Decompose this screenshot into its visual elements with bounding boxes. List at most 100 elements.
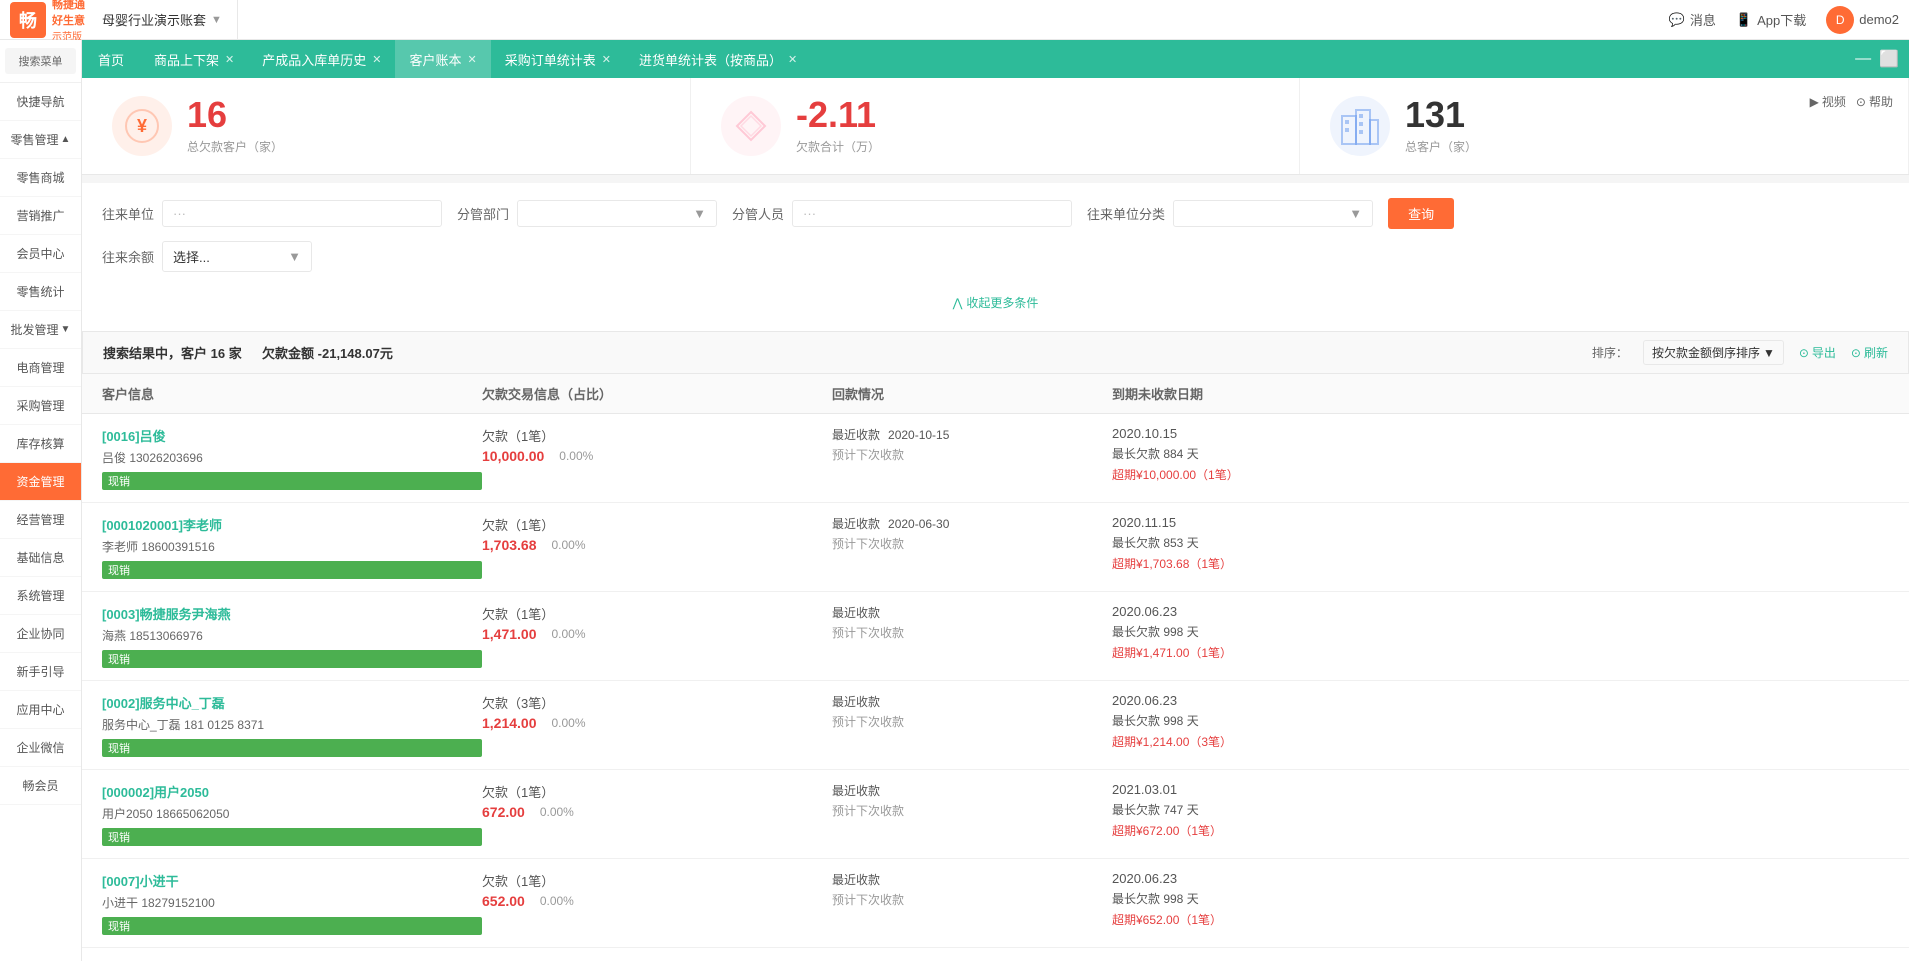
source-unit-input[interactable]: ··· (162, 200, 442, 227)
customer-info-4: [0002]服务中心_丁磊 服务中心_丁磊 181 0125 8371 现销 (102, 693, 482, 757)
table-header: 客户信息 欠款交易信息（占比） 回款情况 到期未收款日期 (82, 374, 1909, 414)
sidebar-item-enterprise[interactable]: 企业协同 (0, 615, 81, 653)
stats-bar: ¥ 16 总欠款客户（家） (82, 78, 1909, 175)
sidebar-item-purchase[interactable]: 采购管理 (0, 387, 81, 425)
main-layout: 搜索菜单 快捷导航 零售管理 ▲ 零售商城 营销推广 会员中心 零售统计 批发管… (0, 40, 1909, 961)
sidebar-item-operation[interactable]: 经营管理 (0, 501, 81, 539)
sidebar-item-retail-shop[interactable]: 零售商城 (0, 159, 81, 197)
sidebar-item-vip[interactable]: 畅会员 (0, 767, 81, 805)
right-panel: 首页 商品上下架 ✕ 产成品入库单历史 ✕ 客户账本 ✕ 采购订单统计表 ✕ (82, 40, 1909, 961)
app-download-button[interactable]: 📱 App下载 (1736, 10, 1806, 29)
tab-customer-account[interactable]: 客户账本 ✕ (395, 40, 490, 78)
overdue-link-4[interactable]: 超期¥1,214.00（3笔） (1112, 733, 1889, 750)
tab-products-off[interactable]: 商品上下架 ✕ (140, 40, 248, 78)
chevron-icon: ▲ (61, 134, 71, 145)
export-button[interactable]: ⊙ 导出 (1799, 344, 1836, 361)
balance-select[interactable]: 选择... ▼ (162, 241, 312, 272)
overdue-info-2: 2020.11.15 最长欠款 853 天 超期¥1,703.68（1笔） (1112, 515, 1889, 572)
help-button[interactable]: ⊙ 帮助 (1856, 93, 1893, 110)
customer-name-4[interactable]: [0002]服务中心_丁磊 (102, 693, 482, 712)
sidebar-item-retail-mgmt[interactable]: 零售管理 ▲ (0, 121, 81, 159)
tab-product-history[interactable]: 产成品入库单历史 ✕ (248, 40, 395, 78)
sidebar-item-capital[interactable]: 资金管理 (0, 463, 81, 501)
customer-tag-3: 现销 (102, 650, 482, 668)
balance-arrow-icon: ▼ (288, 249, 301, 264)
user-menu[interactable]: D demo2 (1826, 6, 1899, 34)
tab-purchase-order[interactable]: 采购订单统计表 ✕ (491, 40, 625, 78)
tab-close-icon[interactable]: ✕ (788, 53, 797, 66)
help-icon: ⊙ (1856, 95, 1866, 109)
search-button[interactable]: 查询 (1388, 198, 1454, 229)
sidebar-item-nav[interactable]: 快捷导航 (0, 83, 81, 121)
tab-inbound-stats[interactable]: 进货单统计表（按商品） ✕ (625, 40, 811, 78)
debt-info-3: 欠款（1笔） 1,471.00 0.00% (482, 604, 832, 642)
result-actions: 排序： 按欠款金额倒序排序 ▼ ⊙ 导出 ⊙ 刷新 (1592, 340, 1888, 365)
table-row: [0001020001]李老师 李老师 18600391516 现销 欠款（1笔… (82, 503, 1909, 592)
dept-select[interactable]: ▼ (517, 200, 717, 227)
customer-name-6[interactable]: [0007]小进干 (102, 871, 482, 890)
tab-home[interactable]: 首页 (82, 50, 140, 69)
overdue-info-6: 2020.06.23 最长欠款 998 天 超期¥652.00（1笔） (1112, 871, 1889, 928)
sidebar-item-ecommerce[interactable]: 电商管理 (0, 349, 81, 387)
sort-select[interactable]: 按欠款金额倒序排序 ▼ (1643, 340, 1784, 365)
result-summary: 搜索结果中，客户 16 家 欠款金额 -21,148.07元 (103, 343, 393, 362)
col-debt-info: 欠款交易信息（占比） (482, 384, 832, 403)
customer-phone-1: 吕俊 13026203696 (102, 449, 482, 466)
chevron-down-icon: ▼ (61, 324, 71, 335)
table-row: [0016]吕俊 吕俊 13026203696 现销 欠款（1笔） 10,000… (82, 414, 1909, 503)
debt-info-2: 欠款（1笔） 1,703.68 0.00% (482, 515, 832, 553)
overdue-link-6[interactable]: 超期¥652.00（1笔） (1112, 911, 1889, 928)
play-icon: ▶ (1810, 95, 1819, 109)
store-selector[interactable]: 母婴行业演示账套 ▼ (92, 0, 238, 39)
sidebar-item-retail-stats[interactable]: 零售统计 (0, 273, 81, 311)
overdue-link-3[interactable]: 超期¥1,471.00（1笔） (1112, 644, 1889, 661)
message-button[interactable]: 💬 消息 (1669, 10, 1716, 29)
manager-input[interactable]: ··· (792, 200, 1072, 227)
customer-name-5[interactable]: [000002]用户2050 (102, 782, 482, 801)
tab-minimize-icon[interactable]: — (1855, 50, 1871, 68)
sidebar-item-wechat[interactable]: 企业微信 (0, 729, 81, 767)
collapse-button[interactable]: ⋀ 收起更多条件 (953, 289, 1039, 316)
message-icon: 💬 (1669, 12, 1685, 28)
recovery-info-6: 最近收款 预计下次收款 (832, 871, 1112, 908)
tab-maximize-icon[interactable]: ⬜ (1879, 49, 1899, 69)
refresh-button[interactable]: ⊙ 刷新 (1851, 344, 1888, 361)
overdue-link-1[interactable]: 超期¥10,000.00（1笔） (1112, 466, 1889, 483)
overdue-info-4: 2020.06.23 最长欠款 998 天 超期¥1,214.00（3笔） (1112, 693, 1889, 750)
tab-close-icon[interactable]: ✕ (602, 53, 611, 66)
sidebar-item-member[interactable]: 会员中心 (0, 235, 81, 273)
overdue-info-5: 2021.03.01 最长欠款 747 天 超期¥672.00（1笔） (1112, 782, 1889, 839)
customer-tag-2: 现销 (102, 561, 482, 579)
sidebar-item-newbie[interactable]: 新手引导 (0, 653, 81, 691)
stat-total-customers: 131 总客户（家） ▶ 视频 ⊙ 帮助 (1300, 78, 1909, 174)
tab-close-icon[interactable]: ✕ (372, 53, 381, 66)
filter-balance: 往来余额 选择... ▼ (102, 241, 312, 272)
customer-name-3[interactable]: [0003]畅捷服务尹海燕 (102, 604, 482, 623)
content-area: ¥ 16 总欠款客户（家） (82, 78, 1909, 961)
tab-close-icon[interactable]: ✕ (225, 53, 234, 66)
svg-text:¥: ¥ (137, 116, 147, 136)
logo-text: 畅捷通好生意 示范版 (52, 0, 92, 43)
customer-name-1[interactable]: [0016]吕俊 (102, 426, 482, 445)
view-video-button[interactable]: ▶ 视频 (1810, 93, 1846, 110)
mobile-icon: 📱 (1736, 12, 1752, 28)
unit-category-select[interactable]: ▼ (1173, 200, 1373, 227)
sidebar-item-basic[interactable]: 基础信息 (0, 539, 81, 577)
sidebar-search-button[interactable]: 搜索菜单 (5, 48, 76, 74)
customer-name-2[interactable]: [0001020001]李老师 (102, 515, 482, 534)
sidebar-item-system[interactable]: 系统管理 (0, 577, 81, 615)
export-icon: ⊙ (1799, 346, 1809, 360)
sidebar-item-stock[interactable]: 库存核算 (0, 425, 81, 463)
col-customer-info: 客户信息 (102, 384, 482, 403)
overdue-link-2[interactable]: 超期¥1,703.68（1笔） (1112, 555, 1889, 572)
filter-area: 往来单位 ··· 分管部门 ▼ (82, 183, 1909, 331)
store-selector-arrow: ▼ (211, 14, 222, 26)
sidebar-item-app-center[interactable]: 应用中心 (0, 691, 81, 729)
sidebar-item-batch-mgmt[interactable]: 批发管理 ▼ (0, 311, 81, 349)
tab-close-icon[interactable]: ✕ (468, 53, 477, 66)
sidebar-search-area: 搜索菜单 (0, 40, 81, 83)
overdue-link-5[interactable]: 超期¥672.00（1笔） (1112, 822, 1889, 839)
filter-unit-category: 往来单位分类 ▼ (1087, 200, 1373, 227)
sidebar-item-marketing[interactable]: 营销推广 (0, 197, 81, 235)
top-bar: 畅 畅捷通好生意 示范版 母婴行业演示账套 ▼ 💬 消息 📱 App下载 D d… (0, 0, 1909, 40)
